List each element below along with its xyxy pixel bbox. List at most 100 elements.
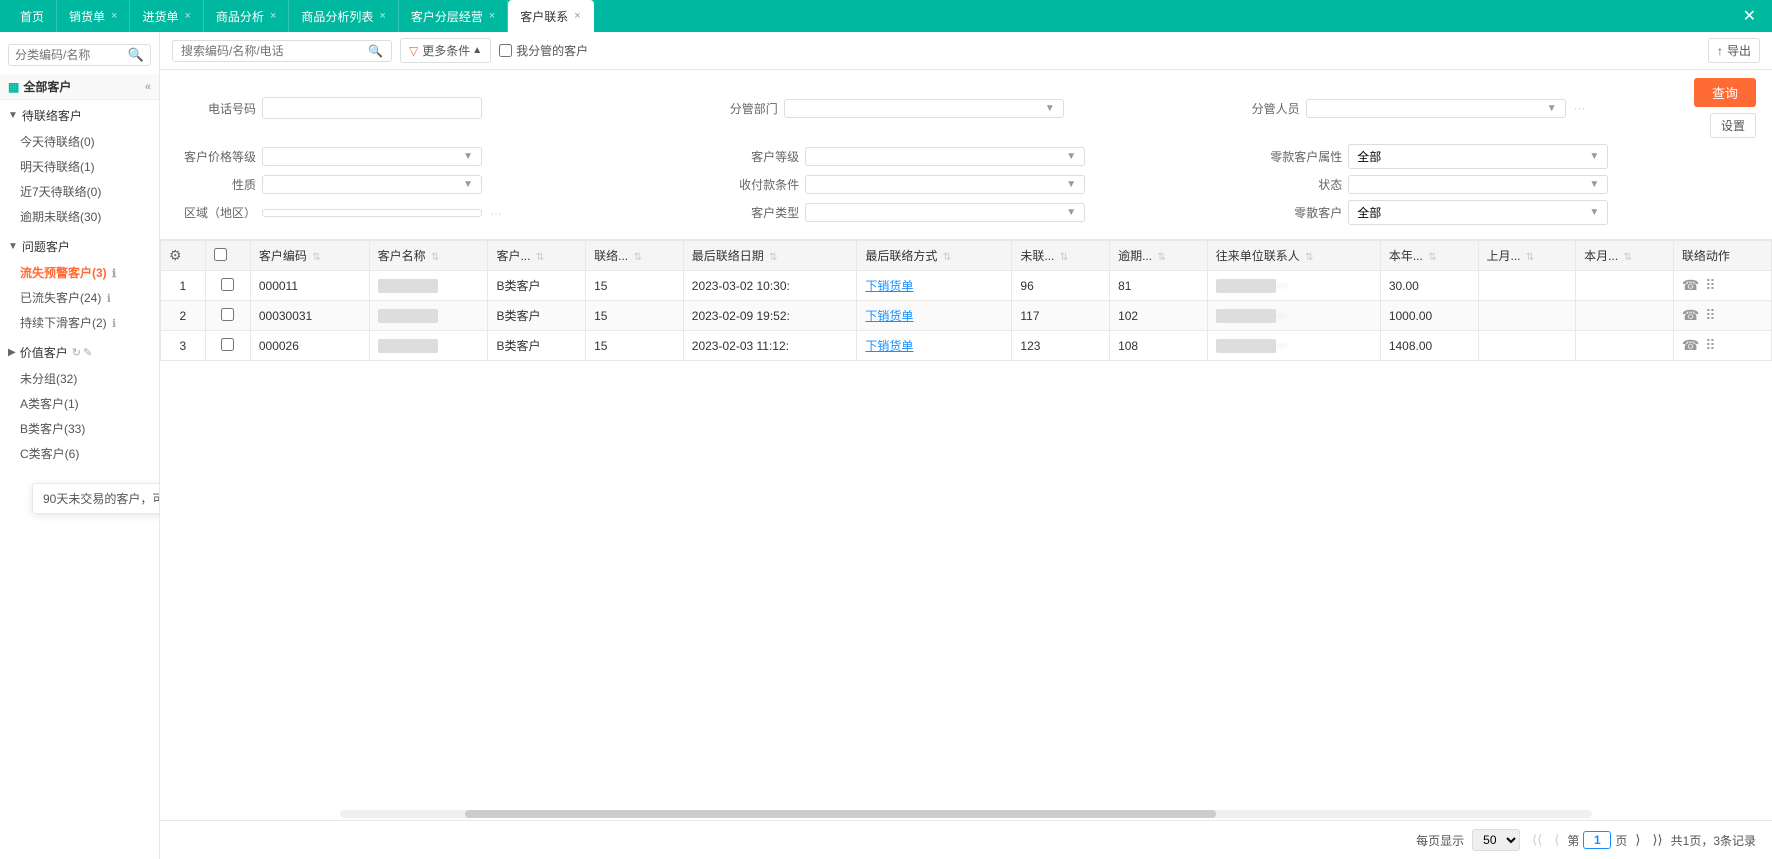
search-input[interactable]	[181, 44, 368, 58]
status-select[interactable]: ▼	[1348, 175, 1608, 194]
last-contact-method-link[interactable]: 下销货单	[865, 309, 913, 323]
tab-home[interactable]: 首页	[8, 0, 57, 32]
churn-warning-info-icon[interactable]: ℹ	[112, 268, 116, 280]
table-settings-icon[interactable]: ⚙	[169, 247, 182, 263]
grade-select[interactable]: ▼	[805, 147, 1085, 166]
cust-type-select[interactable]: ▼	[805, 203, 1085, 222]
scrollbar-thumb[interactable]	[465, 810, 1216, 818]
th-type[interactable]: 客户... ⇅	[488, 241, 586, 271]
export-btn[interactable]: ↑ 导出	[1708, 38, 1760, 63]
scrollbar-track[interactable]	[340, 810, 1592, 818]
value-refresh-icon[interactable]: ↻	[72, 346, 81, 359]
window-close-btn[interactable]: ✕	[1735, 6, 1764, 26]
sidebar-collapse-btn[interactable]: «	[145, 81, 151, 93]
th-overdue[interactable]: 逾期... ⇅	[1110, 241, 1208, 271]
row-action-contact-icon[interactable]: ☎	[1682, 277, 1699, 294]
my-customer-checkbox-wrap[interactable]: 我分管的客户	[499, 42, 588, 59]
churned-info-icon[interactable]: ℹ	[107, 293, 111, 305]
first-page-btn[interactable]: ⟨⟨	[1528, 830, 1546, 850]
row-last-contact-method[interactable]: 下销货单	[857, 331, 1012, 361]
row-action-contact-icon[interactable]: ☎	[1682, 337, 1699, 354]
last-contact-method-link[interactable]: 下销货单	[865, 339, 913, 353]
row-checkbox-cell[interactable]	[205, 331, 250, 361]
row-action-more-icon[interactable]: ⠿	[1705, 307, 1715, 324]
tab-purchase[interactable]: 进货单 ×	[130, 0, 203, 32]
query-btn[interactable]: 查询	[1694, 78, 1756, 107]
sidebar-all-customers[interactable]: ▦ 全部客户 «	[0, 74, 159, 100]
row-action-more-icon[interactable]: ⠿	[1705, 337, 1715, 354]
th-uncontacted[interactable]: 未联... ⇅	[1012, 241, 1110, 271]
sidebar-item-7days[interactable]: 近7天待联络(0)	[0, 179, 159, 204]
tab-analysis-close[interactable]: ×	[270, 10, 276, 22]
tab-purchase-close[interactable]: ×	[184, 10, 190, 22]
row-checkbox-cell[interactable]	[205, 301, 250, 331]
th-settings[interactable]: ⚙	[161, 241, 206, 271]
person-select[interactable]: ▼	[1306, 99, 1566, 118]
page-size-select[interactable]: 50	[1472, 829, 1520, 851]
last-contact-method-link[interactable]: 下销货单	[865, 279, 913, 293]
tab-sales[interactable]: 销货单 ×	[57, 0, 130, 32]
price-level-select[interactable]: ▼	[262, 147, 482, 166]
value-edit-icon[interactable]: ✎	[83, 346, 92, 359]
th-last-month[interactable]: 上月... ⇅	[1478, 241, 1576, 271]
sidebar-search-input[interactable]	[15, 48, 128, 62]
th-name[interactable]: 客户名称 ⇅	[369, 241, 488, 271]
next-page-btn[interactable]: ⟩	[1631, 830, 1644, 850]
retail-select[interactable]: 全部 ▼	[1348, 200, 1608, 225]
last-page-btn[interactable]: ⟩⟩	[1648, 830, 1666, 850]
row-checkbox[interactable]	[221, 278, 234, 291]
sidebar-item-b-class[interactable]: B类客户(33)	[0, 416, 159, 441]
dept-select[interactable]: ▼	[784, 99, 1064, 118]
sidebar-group-value-header[interactable]: ▶ 价值客户 ↻ ✎	[0, 339, 159, 366]
receivable-attr-select[interactable]: 全部 ▼	[1348, 144, 1608, 169]
settings-btn[interactable]: 设置	[1710, 113, 1756, 138]
row-checkbox[interactable]	[221, 308, 234, 321]
tab-customer-tier-close[interactable]: ×	[489, 10, 495, 22]
sidebar-item-today[interactable]: 今天待联络(0)	[0, 129, 159, 154]
th-checkbox[interactable]	[205, 241, 250, 271]
tab-customer-contact[interactable]: 客户联系 ×	[508, 0, 593, 32]
phone-input[interactable]	[262, 97, 482, 119]
row-last-contact-method[interactable]: 下销货单	[857, 271, 1012, 301]
row-checkbox-cell[interactable]	[205, 271, 250, 301]
declining-info-icon[interactable]: ℹ	[112, 318, 116, 330]
gender-select[interactable]: ▼	[262, 175, 482, 194]
select-all-checkbox[interactable]	[214, 248, 227, 261]
row-checkbox[interactable]	[221, 338, 234, 351]
sidebar-group-problem-header[interactable]: ▼ 问题客户	[0, 233, 159, 260]
scrollbar-area[interactable]	[160, 808, 1772, 820]
row-last-contact-method[interactable]: 下销货单	[857, 301, 1012, 331]
th-this-month[interactable]: 本月... ⇅	[1576, 241, 1674, 271]
sidebar-item-c-class[interactable]: C类客户(6)	[0, 441, 159, 466]
row-action-more-icon[interactable]: ⠿	[1705, 277, 1715, 294]
th-this-year[interactable]: 本年... ⇅	[1380, 241, 1478, 271]
tab-customer-tier[interactable]: 客户分层经营 ×	[399, 0, 508, 32]
my-customer-checkbox[interactable]	[499, 44, 512, 57]
th-contact-count[interactable]: 联络... ⇅	[586, 241, 684, 271]
person-more-icon[interactable]: ···	[1574, 101, 1586, 115]
area-more-icon[interactable]: ···	[490, 206, 502, 220]
th-last-contact-date[interactable]: 最后联络日期 ⇅	[683, 241, 857, 271]
search-icon-btn[interactable]: 🔍	[368, 44, 383, 58]
sidebar-item-overdue[interactable]: 逾期未联络(30)	[0, 204, 159, 229]
sidebar-item-ungroup[interactable]: 未分组(32)	[0, 366, 159, 391]
more-conditions-btn[interactable]: ▽ 更多条件 ▲	[400, 38, 491, 63]
tab-analysis-list-close[interactable]: ×	[379, 10, 385, 22]
tab-analysis-list[interactable]: 商品分析列表 ×	[289, 0, 398, 32]
tab-customer-contact-close[interactable]: ×	[574, 10, 580, 22]
row-action-contact-icon[interactable]: ☎	[1682, 307, 1699, 324]
sidebar-item-tomorrow[interactable]: 明天待联络(1)	[0, 154, 159, 179]
th-contact-person[interactable]: 往来单位联系人 ⇅	[1207, 241, 1380, 271]
tab-sales-close[interactable]: ×	[111, 10, 117, 22]
current-page[interactable]: 1	[1583, 831, 1611, 849]
sidebar-item-declining[interactable]: 持续下滑客户(2) ℹ	[0, 310, 159, 335]
payment-select[interactable]: ▼	[805, 175, 1085, 194]
sidebar-item-churn-warning[interactable]: 流失预警客户(3) ℹ	[0, 260, 159, 285]
area-select[interactable]	[262, 209, 482, 217]
sidebar-item-churned[interactable]: 已流失客户(24) ℹ	[0, 285, 159, 310]
tab-analysis[interactable]: 商品分析 ×	[204, 0, 289, 32]
th-last-contact-method[interactable]: 最后联络方式 ⇅	[857, 241, 1012, 271]
th-code[interactable]: 客户编码 ⇅	[250, 241, 369, 271]
sidebar-item-a-class[interactable]: A类客户(1)	[0, 391, 159, 416]
prev-page-btn[interactable]: ⟨	[1550, 830, 1563, 850]
